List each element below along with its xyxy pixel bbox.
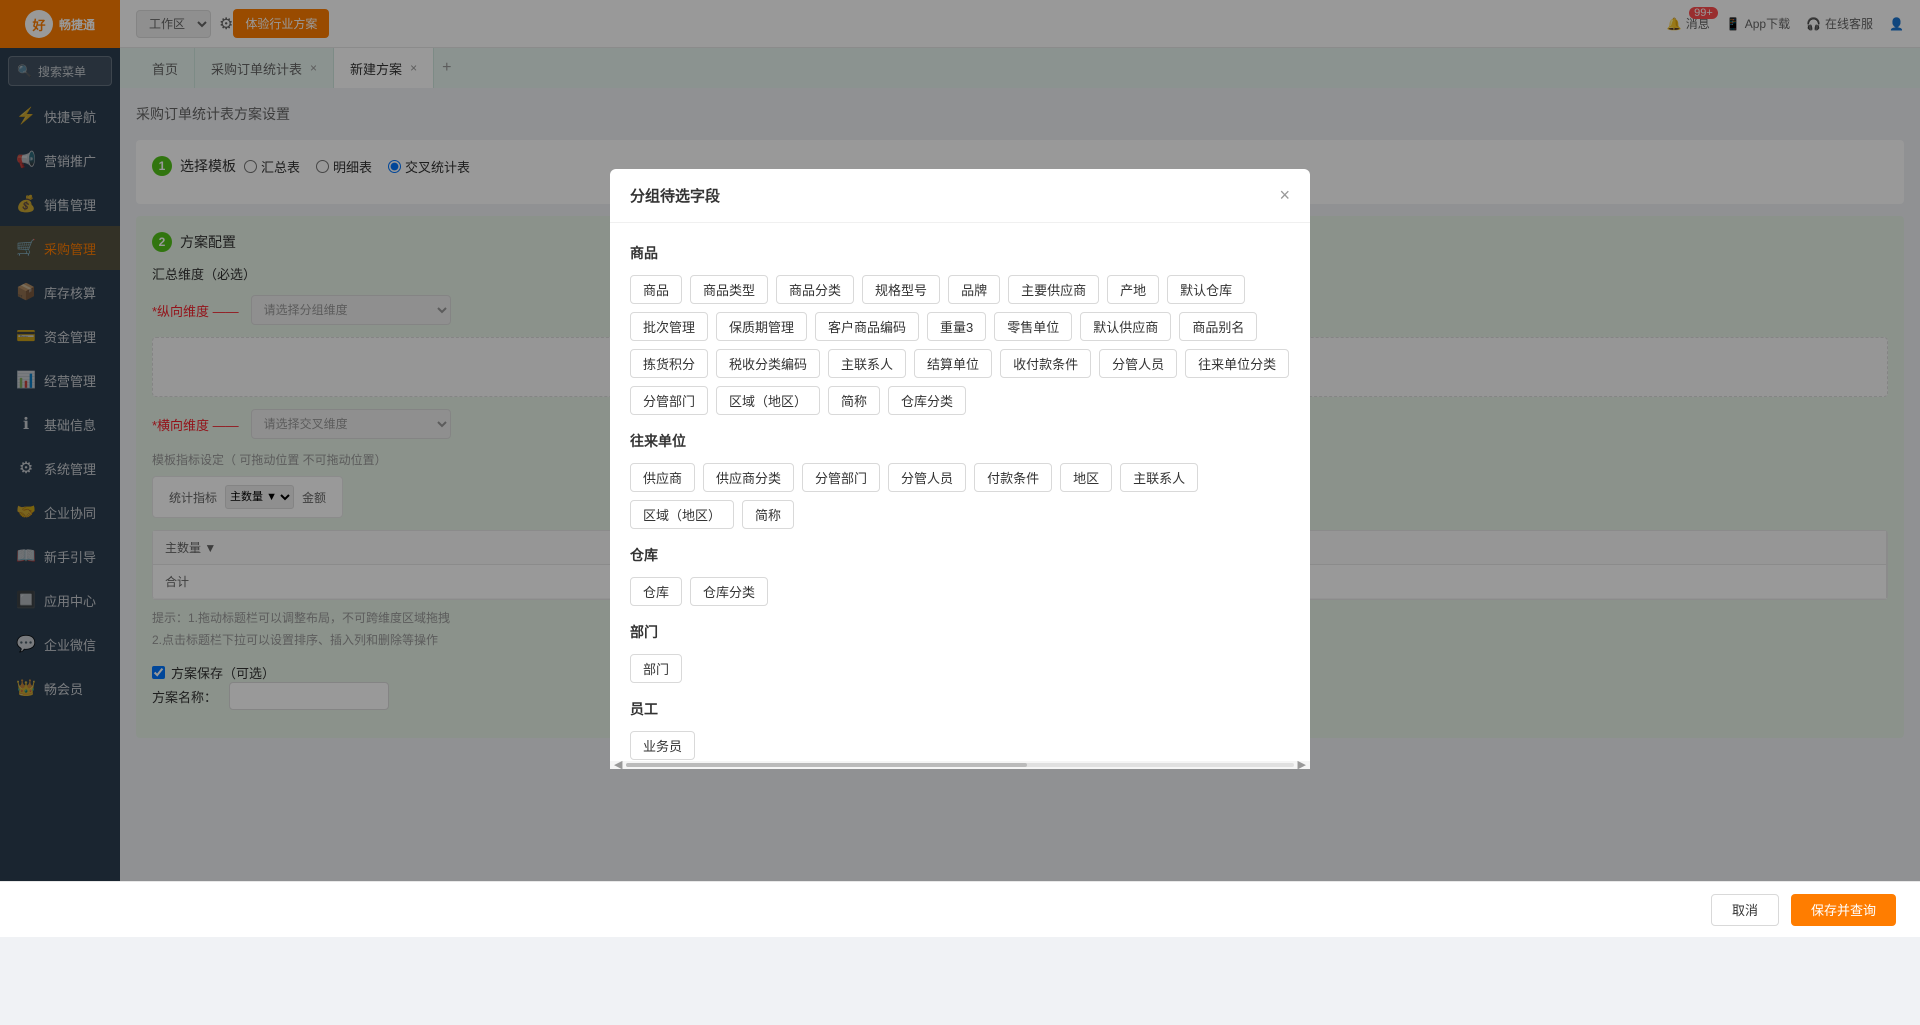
section-title-staff: 员工 bbox=[630, 699, 1290, 719]
scrollbar-thumb bbox=[626, 763, 1026, 767]
tag-product-15[interactable]: 拣货积分 bbox=[630, 349, 708, 378]
tag-warehouse-0[interactable]: 仓库 bbox=[630, 577, 682, 606]
cancel-button[interactable]: 取消 bbox=[1711, 894, 1779, 926]
tag-partner-6[interactable]: 主联系人 bbox=[1120, 463, 1198, 492]
tag-product-8[interactable]: 批次管理 bbox=[630, 312, 708, 341]
tag-product-16[interactable]: 税收分类编码 bbox=[716, 349, 820, 378]
tags-grid-department: 部门 bbox=[630, 654, 1290, 683]
tag-product-11[interactable]: 重量3 bbox=[927, 312, 986, 341]
section-title-warehouse: 仓库 bbox=[630, 545, 1290, 565]
tags-grid-product: 商品商品类型商品分类规格型号品牌主要供应商产地默认仓库批次管理保质期管理客户商品… bbox=[630, 275, 1290, 415]
tag-product-9[interactable]: 保质期管理 bbox=[716, 312, 807, 341]
tag-product-24[interactable]: 简称 bbox=[828, 386, 880, 415]
tag-product-6[interactable]: 产地 bbox=[1107, 275, 1159, 304]
tag-product-4[interactable]: 品牌 bbox=[948, 275, 1000, 304]
tag-product-7[interactable]: 默认仓库 bbox=[1167, 275, 1245, 304]
tag-product-10[interactable]: 客户商品编码 bbox=[815, 312, 919, 341]
tag-product-17[interactable]: 主联系人 bbox=[828, 349, 906, 378]
tag-product-1[interactable]: 商品类型 bbox=[690, 275, 768, 304]
tag-partner-4[interactable]: 付款条件 bbox=[974, 463, 1052, 492]
modal-body[interactable]: 商品商品商品类型商品分类规格型号品牌主要供应商产地默认仓库批次管理保质期管理客户… bbox=[610, 223, 1310, 761]
tag-product-19[interactable]: 收付款条件 bbox=[1000, 349, 1091, 378]
tag-partner-2[interactable]: 分管部门 bbox=[802, 463, 880, 492]
tag-product-0[interactable]: 商品 bbox=[630, 275, 682, 304]
modal-overlay: 分组待选字段 × 商品商品商品类型商品分类规格型号品牌主要供应商产地默认仓库批次… bbox=[0, 0, 1920, 937]
tag-product-18[interactable]: 结算单位 bbox=[914, 349, 992, 378]
tag-product-5[interactable]: 主要供应商 bbox=[1008, 275, 1099, 304]
tag-department-0[interactable]: 部门 bbox=[630, 654, 682, 683]
tag-product-12[interactable]: 零售单位 bbox=[994, 312, 1072, 341]
tags-grid-staff: 业务员 bbox=[630, 731, 1290, 760]
tag-product-3[interactable]: 规格型号 bbox=[862, 275, 940, 304]
modal-header: 分组待选字段 × bbox=[610, 169, 1310, 223]
tag-partner-3[interactable]: 分管人员 bbox=[888, 463, 966, 492]
section-title-product: 商品 bbox=[630, 243, 1290, 263]
modal-scrollbar[interactable]: ◀ ▶ bbox=[610, 761, 1310, 769]
tag-product-22[interactable]: 分管部门 bbox=[630, 386, 708, 415]
section-title-partner: 往来单位 bbox=[630, 431, 1290, 451]
tag-product-20[interactable]: 分管人员 bbox=[1099, 349, 1177, 378]
tag-partner-8[interactable]: 简称 bbox=[742, 500, 794, 529]
tags-grid-warehouse: 仓库仓库分类 bbox=[630, 577, 1290, 606]
scroll-left-arrow[interactable]: ◀ bbox=[614, 758, 622, 771]
field-select-modal: 分组待选字段 × 商品商品商品类型商品分类规格型号品牌主要供应商产地默认仓库批次… bbox=[610, 169, 1310, 769]
tag-product-2[interactable]: 商品分类 bbox=[776, 275, 854, 304]
tag-product-13[interactable]: 默认供应商 bbox=[1080, 312, 1171, 341]
bottom-bar: 取消 保存并查询 bbox=[0, 881, 1920, 937]
tag-product-14[interactable]: 商品别名 bbox=[1179, 312, 1257, 341]
tag-partner-5[interactable]: 地区 bbox=[1060, 463, 1112, 492]
scrollbar-track bbox=[626, 763, 1293, 767]
tag-product-25[interactable]: 仓库分类 bbox=[888, 386, 966, 415]
save-query-button[interactable]: 保存并查询 bbox=[1791, 894, 1896, 926]
section-title-department: 部门 bbox=[630, 622, 1290, 642]
modal-close-button[interactable]: × bbox=[1279, 185, 1290, 206]
tag-partner-7[interactable]: 区域（地区） bbox=[630, 500, 734, 529]
tag-partner-1[interactable]: 供应商分类 bbox=[703, 463, 794, 492]
tag-product-23[interactable]: 区域（地区） bbox=[716, 386, 820, 415]
scroll-right-arrow[interactable]: ▶ bbox=[1298, 758, 1306, 771]
tags-grid-partner: 供应商供应商分类分管部门分管人员付款条件地区主联系人区域（地区） 简称 bbox=[630, 463, 1290, 529]
tag-partner-0[interactable]: 供应商 bbox=[630, 463, 695, 492]
modal-title: 分组待选字段 bbox=[630, 185, 720, 206]
tag-staff-0[interactable]: 业务员 bbox=[630, 731, 695, 760]
tag-product-21[interactable]: 往来单位分类 bbox=[1185, 349, 1289, 378]
tag-warehouse-1[interactable]: 仓库分类 bbox=[690, 577, 768, 606]
